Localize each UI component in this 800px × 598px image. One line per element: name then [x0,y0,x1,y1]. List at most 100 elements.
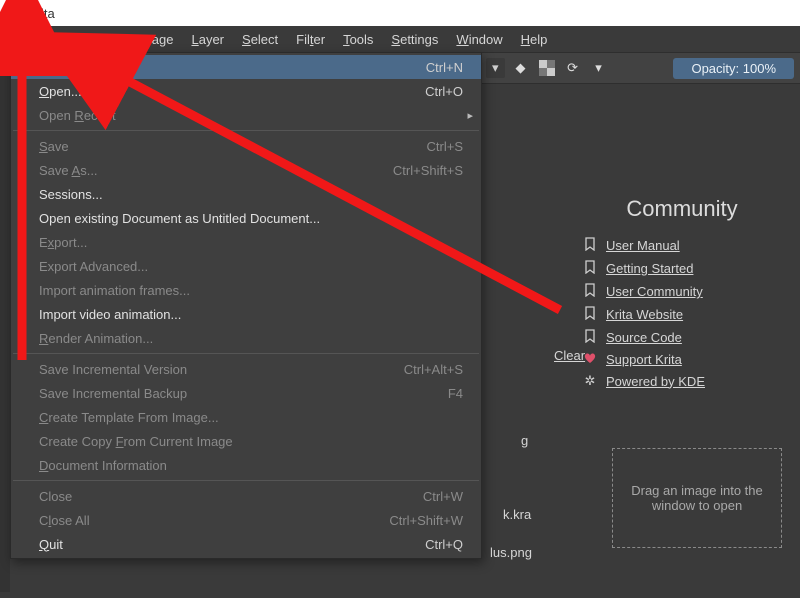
community-heading: Community [582,196,782,222]
menu-item-label: Export... [39,235,463,250]
menu-item-label: Render Animation... [39,331,463,346]
menu-item-open-recent: Open Recent [11,103,481,127]
file-menu-dropdown: New... Ctrl+N Open... Ctrl+O Open Recent Save… [10,52,482,559]
reload-preset-icon[interactable]: ⟳ [563,58,583,78]
menu-item-sessions[interactable]: Sessions... [11,182,481,206]
community-link-label: User Community [606,284,703,299]
krita-logo-icon [6,5,22,21]
menu-item-label: New... [39,60,406,75]
menu-item-shortcut: Ctrl+S [427,139,463,154]
menu-item-label: Save Incremental Backup [39,386,428,401]
menu-item-close-all: Close All Ctrl+Shift+W [11,508,481,532]
menu-item-new[interactable]: New... Ctrl+N [11,55,481,79]
menu-item-quit[interactable]: Quit Ctrl+Q [11,532,481,556]
menu-item-save-as: Save As... Ctrl+Shift+S [11,158,481,182]
menu-settings[interactable]: Settings [383,29,446,50]
menu-file[interactable]: File [4,29,41,50]
bookmark-icon [582,260,598,277]
menu-item-save-incremental-version: Save Incremental Version Ctrl+Alt+S [11,357,481,381]
community-link-powered-by-kde[interactable]: ✲ Powered by KDE [582,372,782,390]
menu-item-label: Export Advanced... [39,259,463,274]
menu-item-shortcut: Ctrl+N [426,60,463,75]
alpha-lock-icon[interactable] [537,58,557,78]
left-tool-rail [0,52,10,592]
menu-view[interactable]: View [83,29,127,50]
menu-item-open-existing-document-as-untitled-document[interactable]: Open existing Document as Untitled Docum… [11,206,481,230]
menu-item-import-animation-frames: Import animation frames... [11,278,481,302]
heart-icon [582,352,598,367]
chevron-down-icon[interactable]: ▾ [589,58,609,78]
menu-item-close: Close Ctrl+W [11,484,481,508]
menu-item-shortcut: Ctrl+W [423,489,463,504]
community-link-user-community[interactable]: User Community [582,282,782,301]
gear-icon: ✲ [582,373,598,389]
menu-window[interactable]: Window [448,29,510,50]
menu-item-open[interactable]: Open... Ctrl+O [11,79,481,103]
menu-separator [13,130,479,131]
menu-item-label: Import animation frames... [39,283,463,298]
community-link-source-code[interactable]: Source Code [582,328,782,347]
menu-item-export-advanced: Export Advanced... [11,254,481,278]
eraser-mode-icon[interactable]: ◆ [511,58,531,78]
community-link-getting-started[interactable]: Getting Started [582,259,782,278]
menu-item-shortcut: Ctrl+O [425,84,463,99]
community-link-label: Support Krita [606,352,682,367]
menu-help[interactable]: Help [513,29,556,50]
menu-item-create-copy-from-current-image: Create Copy From Current Image [11,429,481,453]
menu-item-create-template-from-image: Create Template From Image... [11,405,481,429]
menu-bar: FileEditViewImageLayerSelectFilterToolsS… [0,26,800,52]
chevron-down-icon: ▾ [492,60,499,76]
drop-zone[interactable]: Drag an image into the window to open [612,448,782,548]
menu-item-label: Save Incremental Version [39,362,384,377]
menu-filter[interactable]: Filter [288,29,333,50]
menu-item-export: Export... [11,230,481,254]
menu-item-label: Sessions... [39,187,463,202]
menu-item-label: Save [39,139,407,154]
menu-item-label: Open... [39,84,405,99]
menu-item-label: Create Template From Image... [39,410,463,425]
community-link-krita-website[interactable]: Krita Website [582,305,782,324]
community-link-label: Powered by KDE [606,374,705,389]
community-link-label: Source Code [606,330,682,345]
bookmark-icon [582,237,598,254]
menu-item-label: Save As... [39,163,373,178]
menu-item-shortcut: Ctrl+Shift+W [389,513,463,528]
menu-item-save: Save Ctrl+S [11,134,481,158]
recent-clear-link[interactable]: Clear [554,348,585,363]
community-link-label: User Manual [606,238,680,253]
menu-item-label: Quit [39,537,405,552]
opacity-slider[interactable]: Opacity: 100% [673,58,794,79]
menu-item-label: Import video animation... [39,307,463,322]
recent-file[interactable]: g [521,433,528,448]
menu-image[interactable]: Image [129,29,181,50]
menu-layer[interactable]: Layer [183,29,232,50]
menu-tools[interactable]: Tools [335,29,381,50]
menu-select[interactable]: Select [234,29,286,50]
bookmark-icon [582,283,598,300]
menu-item-label: Document Information [39,458,463,473]
bookmark-icon [582,329,598,346]
menu-item-shortcut: Ctrl+Q [425,537,463,552]
menu-item-shortcut: Ctrl+Alt+S [404,362,463,377]
menu-edit[interactable]: Edit [43,29,81,50]
window-title: Krita [28,6,55,21]
menu-item-label: Close [39,489,403,504]
community-link-label: Krita Website [606,307,683,322]
menu-item-label: Open existing Document as Untitled Docum… [39,211,463,226]
community-link-user-manual[interactable]: User Manual [582,236,782,255]
menu-item-import-video-animation[interactable]: Import video animation... [11,302,481,326]
community-link-label: Getting Started [606,261,693,276]
recent-file[interactable]: lus.png [490,545,532,560]
bookmark-icon [582,306,598,323]
menu-item-shortcut: Ctrl+Shift+S [393,163,463,178]
community-link-support-krita[interactable]: Support Krita [582,351,782,368]
menu-item-label: Close All [39,513,369,528]
title-bar: Krita [0,0,800,26]
recent-file[interactable]: k.kra [503,507,531,522]
menu-item-save-incremental-backup: Save Incremental Backup F4 [11,381,481,405]
menu-item-label: Create Copy From Current Image [39,434,463,449]
menu-item-shortcut: F4 [448,386,463,401]
brush-preset-dropdown[interactable]: ▾ [486,58,505,78]
menu-separator [13,353,479,354]
app-body: FileEditViewImageLayerSelectFilterToolsS… [0,26,800,598]
